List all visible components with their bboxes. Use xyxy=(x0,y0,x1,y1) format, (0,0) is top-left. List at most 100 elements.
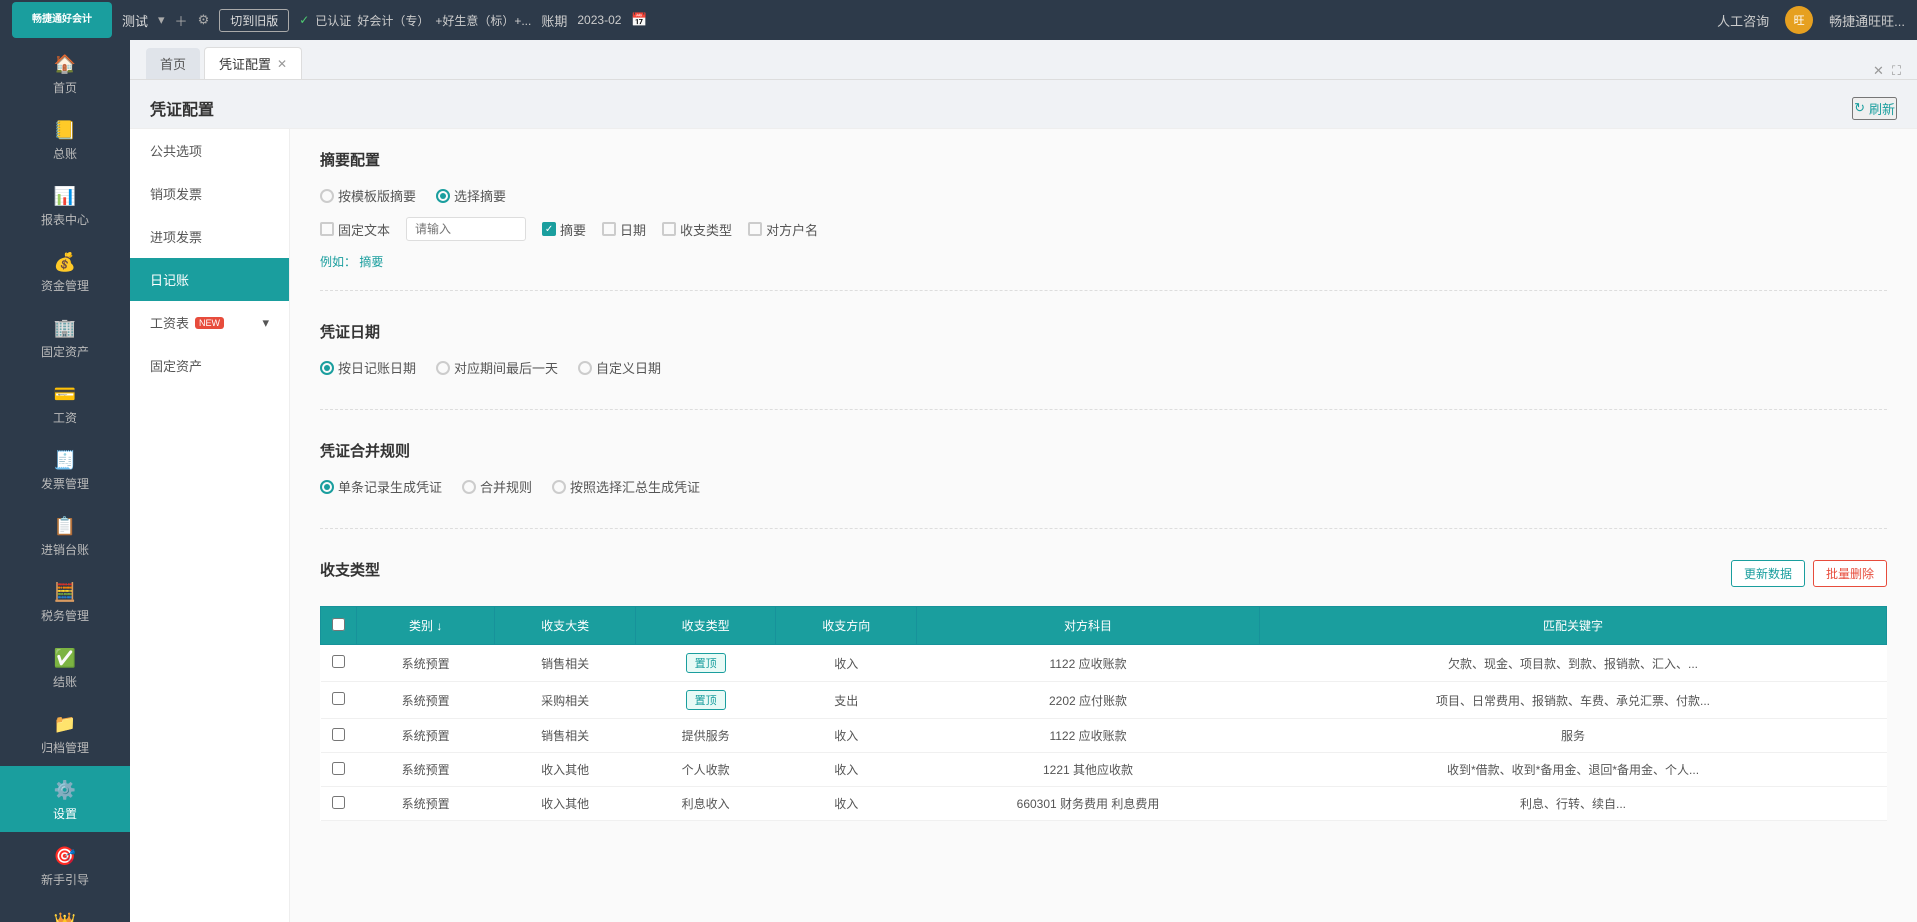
checkbox-io-type[interactable]: 收支类型 xyxy=(662,220,732,239)
row-checkbox-0[interactable] xyxy=(332,655,345,668)
checkbox-fixed-text[interactable]: 固定文本 xyxy=(320,220,390,239)
td-keywords-1: 项目、日常费用、报销款、车费、承兑汇票、付款... xyxy=(1260,682,1887,719)
sidebar-item-assets[interactable]: 🏢 固定资产 xyxy=(0,304,130,370)
sidebar-item-invoice[interactable]: 🧾 发票管理 xyxy=(0,436,130,502)
radio-circle-journal-date xyxy=(320,361,334,375)
sidebar-item-purchase[interactable]: 📋 进销台账 xyxy=(0,502,130,568)
refresh-btn[interactable]: ↻ 刷新 xyxy=(1852,97,1897,120)
good-biz-badge: +好生意（标）+... xyxy=(435,12,531,29)
update-data-btn[interactable]: 更新数据 xyxy=(1731,560,1805,587)
td-category-2: 系统预置 xyxy=(357,719,495,753)
td-direction-0: 收入 xyxy=(776,645,917,682)
right-content: 摘要配置 按模板版摘要 选择摘要 xyxy=(290,129,1917,922)
tab-voucher-config[interactable]: 凭证配置 ✕ xyxy=(204,47,302,79)
ledger-icon: 📒 xyxy=(54,120,76,141)
company-dropdown-icon[interactable]: ▾ xyxy=(158,12,165,28)
td-type-2: 提供服务 xyxy=(635,719,776,753)
th-account: 对方科目 xyxy=(916,607,1259,645)
radio-journal-date[interactable]: 按日记账日期 xyxy=(320,358,416,377)
sidebar: 🏠 首页 📒 总账 📊 报表中心 💰 资金管理 🏢 固定资产 💳 工资 🧾 发票… xyxy=(0,40,130,922)
tab-close-icon[interactable]: ✕ xyxy=(277,57,287,71)
row-checkbox-1[interactable] xyxy=(332,692,345,705)
sidebar-item-reports[interactable]: 📊 报表中心 xyxy=(0,172,130,238)
tab-home[interactable]: 首页 xyxy=(146,48,200,79)
radio-template-summary[interactable]: 按模板版摘要 xyxy=(320,186,416,205)
left-nav-payroll[interactable]: 工资表 NEW ▾ xyxy=(130,301,289,344)
td-type-4: 利息收入 xyxy=(635,787,776,821)
th-checkbox xyxy=(321,607,357,645)
sidebar-item-tax[interactable]: 🧮 税务管理 xyxy=(0,568,130,634)
checkbox-counterpart-name[interactable]: 对方户名 xyxy=(748,220,818,239)
select-all-checkbox[interactable] xyxy=(332,618,345,631)
left-nav-fixed-assets[interactable]: 固定资产 xyxy=(130,344,289,387)
switch-old-btn[interactable]: 切到旧版 xyxy=(219,9,289,32)
th-direction: 收支方向 xyxy=(776,607,917,645)
type-tag-btn-1[interactable]: 置顶 xyxy=(686,690,726,710)
sidebar-item-close[interactable]: ✅ 结账 xyxy=(0,634,130,700)
table-row: 系统预置 收入其他 个人收款 收入 1221 其他应收款 收到*借款、收到*备用… xyxy=(321,753,1887,787)
left-nav-public[interactable]: 公共选项 xyxy=(130,129,289,172)
radio-circle-last-day xyxy=(436,361,450,375)
income-expense-section: 收支类型 更新数据 批量删除 xyxy=(320,559,1887,821)
sidebar-item-settings[interactable]: ⚙️ 设置 xyxy=(0,766,130,832)
th-keywords: 匹配关键字 xyxy=(1260,607,1887,645)
radio-last-day[interactable]: 对应期间最后一天 xyxy=(436,358,558,377)
td-main-type-4: 收入其他 xyxy=(495,787,636,821)
checkbox-box-fixed xyxy=(320,222,334,236)
service-btn[interactable]: 人工咨询 xyxy=(1717,11,1769,30)
radio-summary-generate[interactable]: 按照选择汇总生成凭证 xyxy=(552,477,700,496)
avatar: 旺 xyxy=(1785,6,1813,34)
settings-icon[interactable]: ⚙ xyxy=(198,12,210,28)
checkbox-date[interactable]: 日期 xyxy=(602,220,646,239)
td-account-1: 2202 应付账款 xyxy=(916,682,1259,719)
table-row: 系统预置 销售相关 置顶 收入 1122 应收账款 欠款、现金、项目款、到款、报… xyxy=(321,645,1887,682)
sidebar-item-member[interactable]: 👑 畅会员 xyxy=(0,898,130,922)
row-checkbox-4[interactable] xyxy=(332,796,345,809)
sidebar-item-home[interactable]: 🏠 首页 xyxy=(0,40,130,106)
td-keywords-0: 欠款、现金、项目款、到款、报销款、汇入、... xyxy=(1260,645,1887,682)
window-close-icon[interactable]: ✕ xyxy=(1873,63,1884,79)
th-category: 类别 ↓ xyxy=(357,607,495,645)
row-checkbox-2[interactable] xyxy=(332,728,345,741)
td-account-4: 660301 财务费用 利息费用 xyxy=(916,787,1259,821)
checkbox-summary[interactable]: ✓ 摘要 xyxy=(542,220,586,239)
summary-config-title: 摘要配置 xyxy=(320,149,1887,170)
radio-custom-date[interactable]: 自定义日期 xyxy=(578,358,661,377)
fixed-text-input[interactable] xyxy=(406,217,526,241)
td-account-2: 1122 应收账款 xyxy=(916,719,1259,753)
row-checkbox-3[interactable] xyxy=(332,762,345,775)
radio-select-summary[interactable]: 选择摘要 xyxy=(436,186,506,205)
radio-circle-merge xyxy=(462,480,476,494)
add-icon[interactable]: ＋ xyxy=(175,11,188,30)
radio-single-record[interactable]: 单条记录生成凭证 xyxy=(320,477,442,496)
status-badges: ✓ 已认证 好会计（专） +好生意（标）+... xyxy=(299,12,531,29)
salary-icon: 💳 xyxy=(54,384,76,405)
th-type: 收支类型 xyxy=(635,607,776,645)
type-tag-btn-0[interactable]: 置顶 xyxy=(686,653,726,673)
page-title: 凭证配置 xyxy=(150,96,214,120)
left-nav-sales-invoice[interactable]: 销项发票 xyxy=(130,172,289,215)
sidebar-item-guide[interactable]: 🎯 新手引导 xyxy=(0,832,130,898)
td-account-3: 1221 其他应收款 xyxy=(916,753,1259,787)
td-direction-4: 收入 xyxy=(776,787,917,821)
sidebar-item-salary[interactable]: 💳 工资 xyxy=(0,370,130,436)
table-action-row: 更新数据 批量删除 xyxy=(1731,560,1887,587)
td-main-type-3: 收入其他 xyxy=(495,753,636,787)
window-maximize-icon[interactable]: ⛶ xyxy=(1892,63,1901,79)
left-nav-journal[interactable]: 日记账 xyxy=(130,258,289,301)
checkbox-box-date xyxy=(602,222,616,236)
checkbox-row: 固定文本 ✓ 摘要 日期 收支类型 xyxy=(320,217,1887,241)
td-category-0: 系统预置 xyxy=(357,645,495,682)
left-nav-purchase-invoice[interactable]: 进项发票 xyxy=(130,215,289,258)
username: 畅捷通旺旺... xyxy=(1829,11,1905,30)
table-header-row: 类别 ↓ 收支大类 收支类型 收支方向 xyxy=(321,607,1887,645)
calendar-icon[interactable]: 📅 xyxy=(631,12,647,28)
reports-icon: 📊 xyxy=(54,186,76,207)
batch-delete-btn[interactable]: 批量删除 xyxy=(1813,560,1887,587)
radio-merge-rule[interactable]: 合并规则 xyxy=(462,477,532,496)
sidebar-item-archive[interactable]: 📁 归档管理 xyxy=(0,700,130,766)
sidebar-item-ledger[interactable]: 📒 总账 xyxy=(0,106,130,172)
radio-circle-single xyxy=(320,480,334,494)
verified-badge: ✓ xyxy=(299,13,309,27)
sidebar-item-funds[interactable]: 💰 资金管理 xyxy=(0,238,130,304)
